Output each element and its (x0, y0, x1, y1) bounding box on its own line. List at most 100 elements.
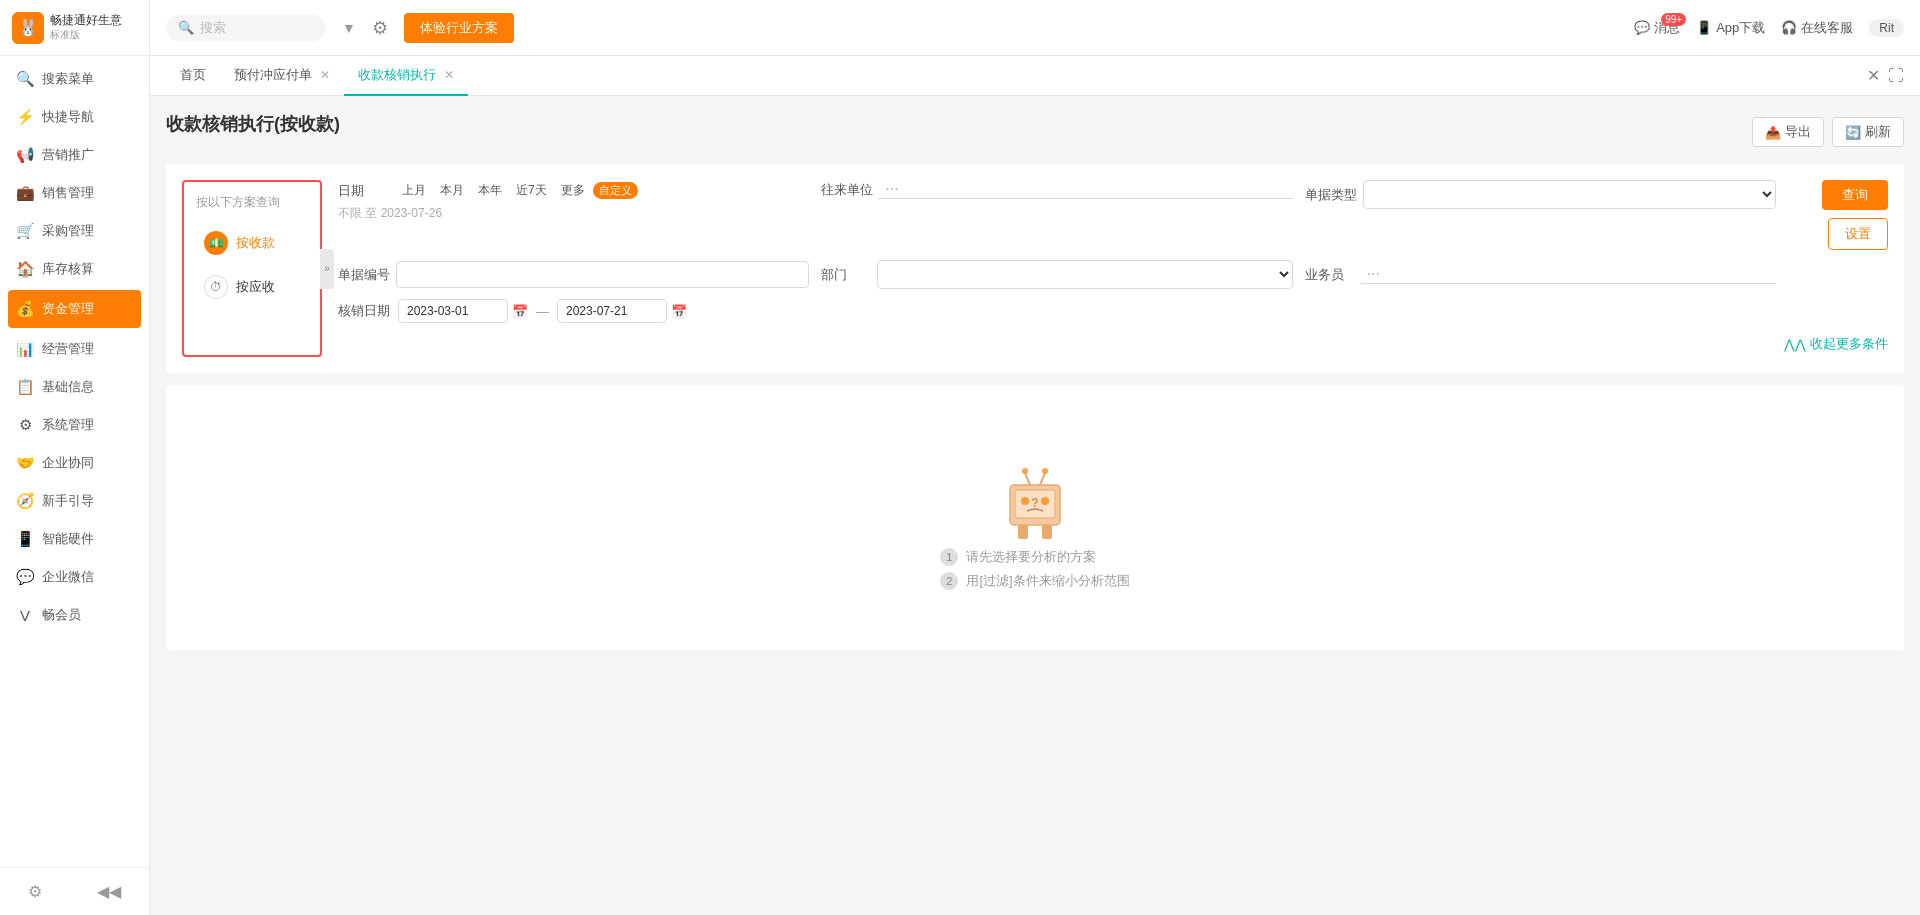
query-button[interactable]: 查询 (1822, 180, 1888, 210)
svg-rect-8 (1018, 525, 1028, 539)
search-icon: 🔍 (178, 20, 194, 35)
export-button[interactable]: 📤 导出 (1752, 117, 1824, 147)
writeoff-date-label: 核销日期 (338, 302, 390, 320)
page-content: 收款核销执行(按收款) 📤 导出 🔄 刷新 按以下方案查询 💵 按收款 (150, 96, 1920, 915)
doc-no-label: 单据编号 (338, 266, 390, 284)
counterparty-label: 往来单位 (821, 181, 873, 199)
filter-option-by-receipt[interactable]: 💵 按收款 (192, 223, 312, 263)
headset-icon: 🎧 (1781, 20, 1797, 35)
app-download-button[interactable]: 📱 App下载 (1696, 19, 1765, 37)
sidebar-item-wechat[interactable]: 💬 企业微信 (0, 558, 149, 596)
date-btn-this-year[interactable]: 本年 (472, 180, 508, 201)
quick-nav-icon: ⚡ (16, 108, 34, 126)
setting-button[interactable]: 设置 (1828, 218, 1888, 250)
guide-icon: 🧭 (16, 492, 34, 510)
page-title: 收款核销执行(按收款) (166, 112, 340, 136)
sidebar-item-system[interactable]: ⚙ 系统管理 (0, 406, 149, 444)
date-btn-this-month[interactable]: 本月 (434, 180, 470, 201)
tab-prepay[interactable]: 预付冲应付单 ✕ (220, 56, 344, 96)
page-header-row: 收款核销执行(按收款) 📤 导出 🔄 刷新 (166, 112, 1904, 152)
filter-option-by-receivable[interactable]: ⏱ 按应收 (192, 267, 312, 307)
date-btn-last-month[interactable]: 上月 (396, 180, 432, 201)
topbar: 🔍 搜索 ▼ ⚙ 体验行业方案 💬 消息 99+ 📱 App下载 🎧 在线客服 … (150, 0, 1920, 56)
topbar-right: 💬 消息 99+ 📱 App下载 🎧 在线客服 Rit (1634, 19, 1904, 37)
calendar-to-icon[interactable]: 📅 (671, 304, 687, 319)
basics-icon: 📋 (16, 378, 34, 396)
sidebar-logo: 🐰 畅捷通好生意 标准版 (0, 0, 149, 56)
chevron-down-icon[interactable]: ▼ (342, 20, 356, 36)
writeoff-date-from-wrap: 📅 (398, 299, 528, 323)
collapse-sidebar-icon[interactable]: ◀◀ (89, 878, 129, 905)
message-button[interactable]: 💬 消息 99+ (1634, 19, 1680, 37)
message-badge: 99+ (1661, 13, 1686, 26)
marketing-icon: 📢 (16, 146, 34, 164)
sidebar-item-basics[interactable]: 📋 基础信息 (0, 368, 149, 406)
dept-label: 部门 (821, 266, 871, 284)
sidebar-item-quick-nav[interactable]: ⚡ 快捷导航 (0, 98, 149, 136)
dept-field: 部门 (821, 260, 1292, 289)
sidebar-item-guide[interactable]: 🧭 新手引导 (0, 482, 149, 520)
industry-solution-button[interactable]: 体验行业方案 (404, 13, 514, 43)
doc-no-input[interactable] (396, 261, 809, 288)
dept-select[interactable] (877, 260, 1292, 289)
sidebar-footer: ⚙ ◀◀ (0, 867, 149, 915)
filter-action-buttons: 查询 设置 (1788, 180, 1888, 250)
sidebar: 🐰 畅捷通好生意 标准版 🔍 搜索菜单 ⚡ 快捷导航 📢 营销推广 💼 销售管理… (0, 0, 150, 915)
sidebar-item-hardware[interactable]: 📱 智能硬件 (0, 520, 149, 558)
vip-icon: V (16, 607, 34, 624)
writeoff-date-from-input[interactable] (398, 299, 508, 323)
user-profile-button[interactable]: Rit (1869, 19, 1904, 37)
receivable-icon: ⏱ (204, 275, 228, 299)
page-action-buttons: 📤 导出 🔄 刷新 (1752, 117, 1904, 147)
empty-tip-2: 2 用[过滤]条件来缩小分析范围 (940, 572, 1129, 590)
sidebar-item-finance[interactable]: 💰 资金管理 (8, 290, 141, 328)
sidebar-item-purchase[interactable]: 🛒 采购管理 (0, 212, 149, 250)
tab-writeoff[interactable]: 收款核销执行 ✕ (344, 56, 468, 96)
close-writeoff-tab-icon[interactable]: ✕ (444, 68, 454, 82)
collapse-more-button[interactable]: ⋀⋀ 收起更多条件 (338, 331, 1888, 357)
date-no-limit-row: 不限 至 2023-07-26 (338, 205, 809, 222)
sidebar-item-marketing[interactable]: 📢 营销推广 (0, 136, 149, 174)
refresh-icon: 🔄 (1845, 125, 1861, 140)
filter-form: 日期 上月 本月 本年 近7天 更多 自定义 不限 至 2023-0 (338, 180, 1888, 357)
empty-tip-1: 1 请先选择要分析的方案 (940, 548, 1129, 566)
sidebar-item-management[interactable]: 📊 经营管理 (0, 330, 149, 368)
sidebar-item-vip[interactable]: V 畅会员 (0, 596, 149, 634)
sidebar-menu: 🔍 搜索菜单 ⚡ 快捷导航 📢 营销推广 💼 销售管理 🛒 采购管理 🏠 库存核… (0, 56, 149, 867)
date-custom-badge: 自定义 (593, 182, 638, 199)
staff-input[interactable]: ··· (1361, 265, 1776, 284)
sidebar-item-search[interactable]: 🔍 搜索菜单 (0, 60, 149, 98)
close-tab-icon[interactable]: ✕ (1867, 66, 1880, 85)
expand-tab-icon[interactable]: ⛶ (1888, 67, 1904, 85)
sidebar-item-inventory[interactable]: 🏠 库存核算 (0, 250, 149, 288)
close-prepay-tab-icon[interactable]: ✕ (320, 68, 330, 82)
calendar-from-icon[interactable]: 📅 (512, 304, 528, 319)
topbar-search-box[interactable]: 🔍 搜索 (166, 15, 326, 41)
system-icon: ⚙ (16, 416, 34, 434)
svg-point-3 (1041, 497, 1049, 505)
app-icon: 📱 (1696, 20, 1712, 35)
svg-line-6 (1040, 473, 1045, 485)
filter-options-panel: 按以下方案查询 💵 按收款 ⏱ 按应收 » (182, 180, 322, 357)
writeoff-date-to-input[interactable] (557, 299, 667, 323)
sidebar-item-collab[interactable]: 🤝 企业协同 (0, 444, 149, 482)
online-service-button[interactable]: 🎧 在线客服 (1781, 19, 1853, 37)
tab-home[interactable]: 首页 (166, 56, 220, 96)
sidebar-item-sales[interactable]: 💼 销售管理 (0, 174, 149, 212)
empty-state: ? 1 请先选择要分析的方案 2 用[过滤]条件来缩小分析范围 (166, 385, 1904, 650)
date-btn-7days[interactable]: 近7天 (510, 180, 553, 201)
collapse-filter-button[interactable]: » (320, 249, 334, 289)
counterparty-input[interactable]: ··· (879, 180, 1292, 199)
staff-label: 业务员 (1305, 266, 1355, 284)
writeoff-date-to-wrap: 📅 (557, 299, 687, 323)
refresh-button[interactable]: 🔄 刷新 (1832, 117, 1904, 147)
chevron-up-icon: ⋀⋀ (1784, 337, 1806, 352)
doc-no-field: 单据编号 (338, 261, 809, 288)
search-menu-icon: 🔍 (16, 70, 34, 88)
filter-panel-title: 按以下方案查询 (192, 194, 312, 211)
doc-type-select[interactable] (1363, 180, 1776, 209)
gear-icon[interactable]: ⚙ (372, 17, 388, 39)
settings-footer-icon[interactable]: ⚙ (20, 878, 50, 905)
doc-type-field: 单据类型 (1305, 180, 1776, 209)
date-btn-more[interactable]: 更多 (555, 180, 591, 201)
